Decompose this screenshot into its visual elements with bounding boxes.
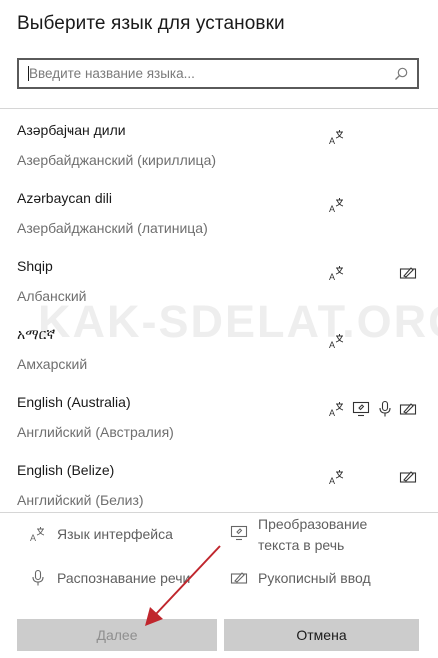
language-localized-name: Албанский	[17, 288, 87, 304]
text-caret	[28, 66, 29, 81]
legend-display-language: Язык интерфейса	[57, 526, 173, 542]
display-language-icon: A	[329, 130, 344, 146]
language-item[interactable]: Azərbaycan dili Азербайджанский (латиниц…	[0, 177, 438, 245]
language-localized-name: Английский (Белиз)	[17, 492, 144, 508]
language-native-name: Azərbaycan dili	[17, 190, 112, 206]
legend-divider	[0, 512, 438, 513]
language-item[interactable]: አማርኛ Амхарский A	[0, 313, 438, 381]
language-native-name: አማርኛ	[17, 326, 56, 342]
text-to-speech-icon	[230, 525, 248, 541]
language-native-name: English (Australia)	[17, 394, 131, 410]
display-language-icon: A	[329, 402, 344, 418]
cancel-button[interactable]: Отмена	[224, 619, 419, 651]
display-language-icon: A	[329, 198, 344, 214]
display-language-icon: A	[329, 334, 344, 350]
language-native-name: English (Belize)	[17, 462, 115, 478]
next-button[interactable]: Далее	[17, 619, 217, 651]
microphone-icon	[32, 569, 44, 586]
svg-text:A: A	[329, 272, 335, 282]
language-native-name: Азәрбајҹан дили	[17, 122, 126, 138]
svg-text:A: A	[30, 533, 36, 543]
text-to-speech-icon	[352, 401, 370, 417]
language-localized-name: Азербайджанский (кириллица)	[17, 152, 217, 168]
language-localized-name: Английский (Австралия)	[17, 424, 174, 440]
handwriting-icon	[230, 572, 248, 584]
svg-text:A: A	[329, 476, 335, 486]
legend-text-to-speech: Преобразование текста в речь	[258, 514, 367, 556]
language-item[interactable]: Shqip Албанский A	[0, 245, 438, 313]
language-localized-name: Азербайджанский (латиница)	[17, 220, 208, 236]
display-language-icon: A	[329, 470, 344, 486]
display-language-icon: A	[30, 527, 45, 543]
language-item[interactable]: English (Belize) Английский (Белиз) A	[0, 449, 438, 512]
language-item[interactable]: Азәрбајҹан дили Азербайджанский (кирилли…	[0, 109, 438, 177]
svg-text:A: A	[329, 340, 335, 350]
language-native-name: Shqip	[17, 258, 53, 274]
handwriting-icon	[399, 471, 417, 483]
svg-text:A: A	[329, 136, 335, 146]
language-list[interactable]: Азәрбајҹан дили Азербайджанский (кирилли…	[0, 108, 438, 512]
legend-speech-recognition: Распознавание речи	[57, 570, 191, 586]
language-item[interactable]: English (Australia) Английский (Австрали…	[0, 381, 438, 449]
legend-handwriting: Рукописный ввод	[258, 570, 371, 586]
svg-text:A: A	[329, 204, 335, 214]
legend-tts-line1: Преобразование	[258, 516, 368, 532]
search-input[interactable]	[19, 60, 417, 87]
language-localized-name: Амхарский	[17, 356, 88, 372]
display-language-icon: A	[329, 266, 344, 282]
svg-text:A: A	[329, 408, 335, 418]
dialog-title: Выберите язык для установки	[17, 13, 285, 34]
legend-tts-line2: текста в речь	[258, 537, 345, 553]
microphone-icon	[379, 400, 391, 417]
handwriting-icon	[399, 267, 417, 279]
handwriting-icon	[399, 403, 417, 415]
search-box[interactable]	[17, 58, 419, 89]
search-icon[interactable]	[393, 66, 409, 82]
